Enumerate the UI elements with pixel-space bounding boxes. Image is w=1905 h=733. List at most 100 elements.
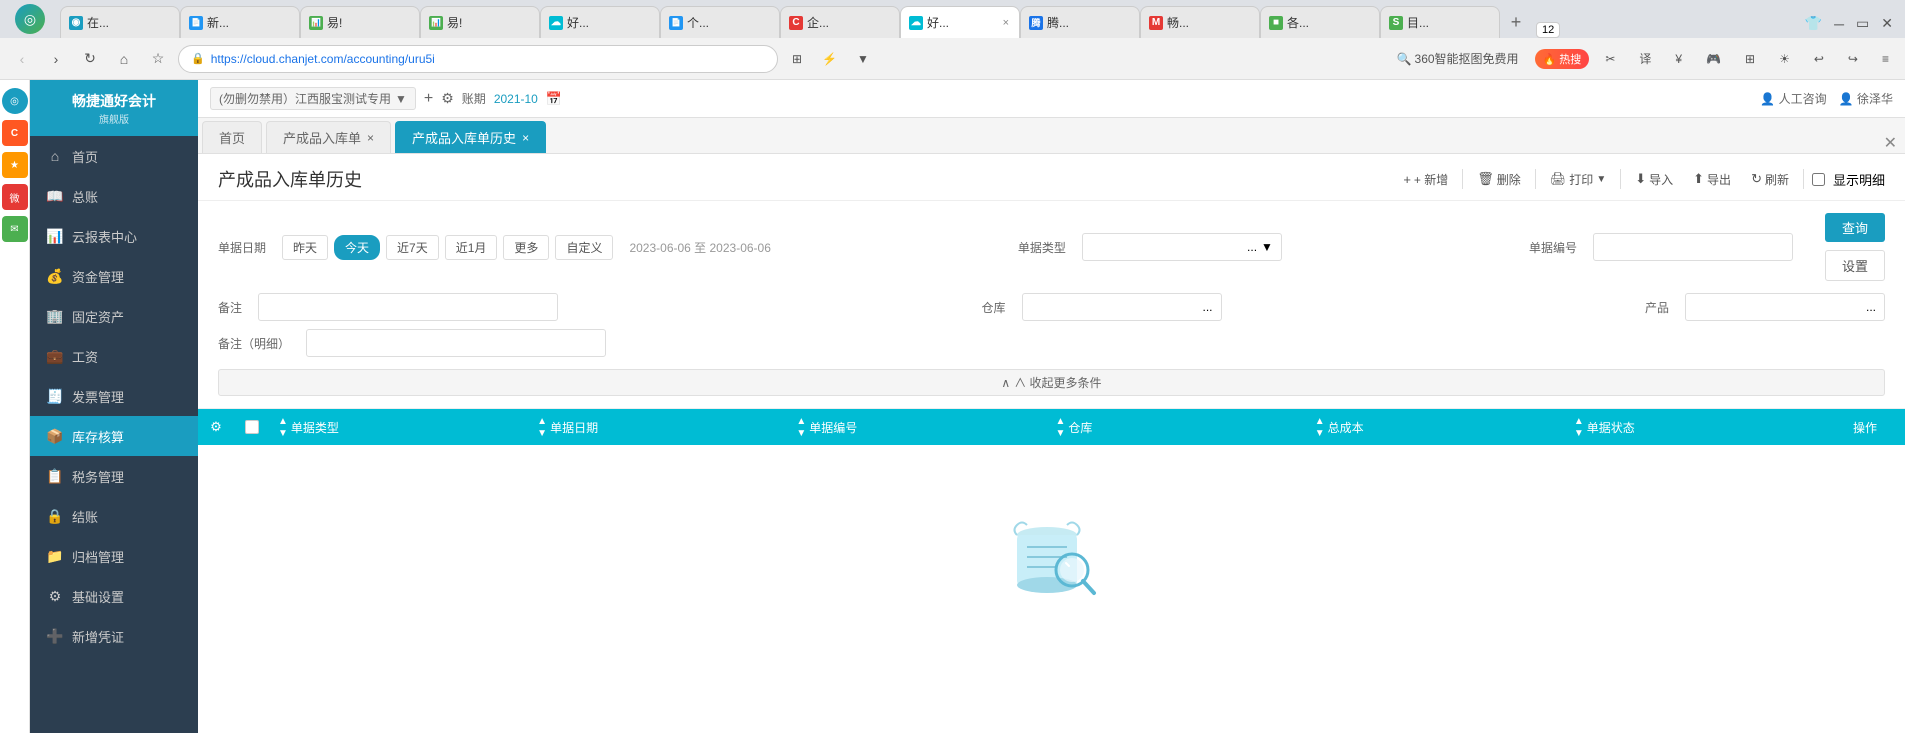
tab-各[interactable]: ■ 各... xyxy=(1260,6,1380,38)
tab-在[interactable]: ◉ 在... xyxy=(60,6,180,38)
currency-button[interactable]: ¥ xyxy=(1667,48,1690,70)
warehouse-filter-select[interactable]: ... xyxy=(1022,293,1222,321)
grid-button[interactable]: ⊞ xyxy=(784,48,810,70)
dropdown-button[interactable]: ▼ xyxy=(849,48,877,70)
home-button[interactable]: ⌂ xyxy=(110,45,138,73)
layout-button[interactable]: ⊞ xyxy=(1737,48,1763,70)
company-select[interactable]: (勿删勿禁用）江西服宝测试专用 ▼ xyxy=(210,87,416,110)
tab-企[interactable]: C 企... xyxy=(780,6,900,38)
sidebar-item-asset[interactable]: 🏢 固定资产 xyxy=(30,296,198,336)
tab-inventory-history-close[interactable]: × xyxy=(522,131,529,145)
select-all-checkbox[interactable] xyxy=(245,420,259,434)
th-cost[interactable]: ▲▼ 总成本 xyxy=(1307,416,1566,439)
sidebar-item-payroll[interactable]: 💼 工资 xyxy=(30,336,198,376)
product-filter-select[interactable]: ... xyxy=(1685,293,1885,321)
tab-易1[interactable]: 📊 易! xyxy=(300,6,420,38)
export-button[interactable]: ⬆ 导出 xyxy=(1687,167,1737,192)
print-button[interactable]: 🖨 打印 ▼ xyxy=(1544,167,1612,192)
search-box[interactable]: 🔍 360智能抠图免费用 xyxy=(1389,46,1527,71)
date-btn-yesterday[interactable]: 昨天 xyxy=(282,235,328,260)
translate-button[interactable]: 译 xyxy=(1631,46,1659,71)
minimize-icon[interactable]: ─ xyxy=(1830,14,1848,34)
close-window-icon[interactable]: ✕ xyxy=(1877,13,1897,34)
tab-home[interactable]: 首页 xyxy=(202,121,262,153)
tab-好1[interactable]: ☁ 好... xyxy=(540,6,660,38)
settings-button[interactable]: ⚙ xyxy=(441,90,454,107)
tab-close-好2[interactable]: × xyxy=(1001,17,1011,29)
show-detail-checkbox[interactable] xyxy=(1812,173,1825,186)
restore-icon[interactable]: ▭ xyxy=(1852,13,1873,34)
type-filter-select[interactable]: ... ▼ xyxy=(1082,233,1282,261)
favorite-button[interactable]: ☆ xyxy=(144,45,172,73)
tab-inventory-list[interactable]: 产成品入库单 × xyxy=(266,121,391,153)
date-btn-today[interactable]: 今天 xyxy=(334,235,380,260)
calendar-icon[interactable]: 📅 xyxy=(546,91,562,107)
add-button[interactable]: + + 新增 xyxy=(1397,167,1454,192)
hot-search[interactable]: 🔥 热搜 xyxy=(1535,49,1590,69)
sidebar-item-new-bill[interactable]: ➕ 新增凭证 xyxy=(30,616,198,656)
sidebar-item-fund[interactable]: 💰 资金管理 xyxy=(30,256,198,296)
tab-inventory-list-close[interactable]: × xyxy=(367,131,374,145)
address-input[interactable]: 🔒 https://cloud.chanjet.com/accounting/u… xyxy=(178,45,778,73)
import-button[interactable]: ⬇ 导入 xyxy=(1629,167,1679,192)
user-avatar[interactable]: 👤 徐泽华 xyxy=(1839,90,1893,107)
refresh-button[interactable]: ↻ xyxy=(76,45,104,73)
history-back-button[interactable]: ↩ xyxy=(1806,48,1832,70)
query-button[interactable]: 查询 xyxy=(1825,213,1885,242)
note-detail-input[interactable] xyxy=(306,329,606,357)
add-company-button[interactable]: + xyxy=(424,90,433,108)
more-button[interactable]: ≡ xyxy=(1874,48,1897,70)
user-service-button[interactable]: 👤 人工咨询 xyxy=(1760,90,1826,107)
date-btn-7days[interactable]: 近7天 xyxy=(386,235,439,260)
scissors-button[interactable]: ✂ xyxy=(1597,48,1623,70)
sidebar-item-inventory[interactable]: 📦 库存核算 xyxy=(30,416,198,456)
date-btn-1month[interactable]: 近1月 xyxy=(445,235,498,260)
number-filter-input[interactable] xyxy=(1593,233,1793,261)
date-btn-custom[interactable]: 自定义 xyxy=(555,235,613,260)
sidebar-item-home[interactable]: ⌂ 首页 xyxy=(30,136,198,176)
history-forward-button[interactable]: ↪ xyxy=(1840,48,1866,70)
ext-icon-3[interactable]: ★ xyxy=(2,152,28,178)
tab-个[interactable]: 📄 个... xyxy=(660,6,780,38)
sidebar-item-settings[interactable]: ⚙ 基础设置 xyxy=(30,576,198,616)
tab-畅[interactable]: M 畅... xyxy=(1140,6,1260,38)
th-status[interactable]: ▲▼ 单据状态 xyxy=(1566,416,1825,439)
th-date[interactable]: ▲▼ 单据日期 xyxy=(529,416,788,439)
tab-易2[interactable]: 📊 易! xyxy=(420,6,540,38)
browser-logo[interactable]: ◎ xyxy=(15,4,45,34)
forward-button[interactable]: › xyxy=(42,45,70,73)
sidebar-item-ledger[interactable]: 📖 总账 xyxy=(30,176,198,216)
lightning-button[interactable]: ⚡ xyxy=(814,48,845,70)
back-button[interactable]: ‹ xyxy=(8,45,36,73)
tab-目[interactable]: S 目... xyxy=(1380,6,1500,38)
theme-button[interactable]: ☀ xyxy=(1771,48,1798,70)
new-tab-button[interactable]: + xyxy=(1500,6,1532,38)
shirt-icon[interactable]: 👕 xyxy=(1801,13,1826,34)
tab-腾[interactable]: 腾 腾... xyxy=(1020,6,1140,38)
sidebar-item-close[interactable]: 🔒 结账 xyxy=(30,496,198,536)
th-type[interactable]: ▲▼ 单据类型 xyxy=(270,416,529,439)
table-settings-icon[interactable]: ⚙ xyxy=(198,419,234,435)
sidebar-item-invoice[interactable]: 🧾 发票管理 xyxy=(30,376,198,416)
tab-好2[interactable]: ☁ 好... × xyxy=(900,6,1020,38)
tab-count[interactable]: 12 xyxy=(1536,22,1560,38)
ext-icon-1[interactable]: ◎ xyxy=(2,88,28,114)
collapse-button[interactable]: ∧ ∧ 收起更多条件 xyxy=(218,369,1885,396)
set-button[interactable]: 设置 xyxy=(1825,250,1885,281)
game-button[interactable]: 🎮 xyxy=(1698,48,1729,70)
refresh-button[interactable]: ↻ 刷新 xyxy=(1745,167,1795,192)
ext-icon-4[interactable]: 微 xyxy=(2,184,28,210)
sidebar-header[interactable]: 畅捷通好会计 旗舰版 xyxy=(30,80,198,136)
tab-新[interactable]: 📄 新... xyxy=(180,6,300,38)
sidebar-item-tax[interactable]: 📋 税务管理 xyxy=(30,456,198,496)
panel-close-button[interactable]: ✕ xyxy=(1884,133,1897,153)
delete-button[interactable]: 🗑 删除 xyxy=(1471,167,1527,192)
sidebar-item-report[interactable]: 📊 云报表中心 xyxy=(30,216,198,256)
tab-inventory-history[interactable]: 产成品入库单历史 × xyxy=(395,121,546,153)
sidebar-item-archive[interactable]: 📁 归档管理 xyxy=(30,536,198,576)
table-select-all[interactable] xyxy=(234,420,270,434)
period-value[interactable]: 2021-10 xyxy=(494,92,538,106)
ext-icon-2[interactable]: C xyxy=(2,120,28,146)
th-number[interactable]: ▲▼ 单据编号 xyxy=(788,416,1047,439)
note-filter-input[interactable] xyxy=(258,293,558,321)
